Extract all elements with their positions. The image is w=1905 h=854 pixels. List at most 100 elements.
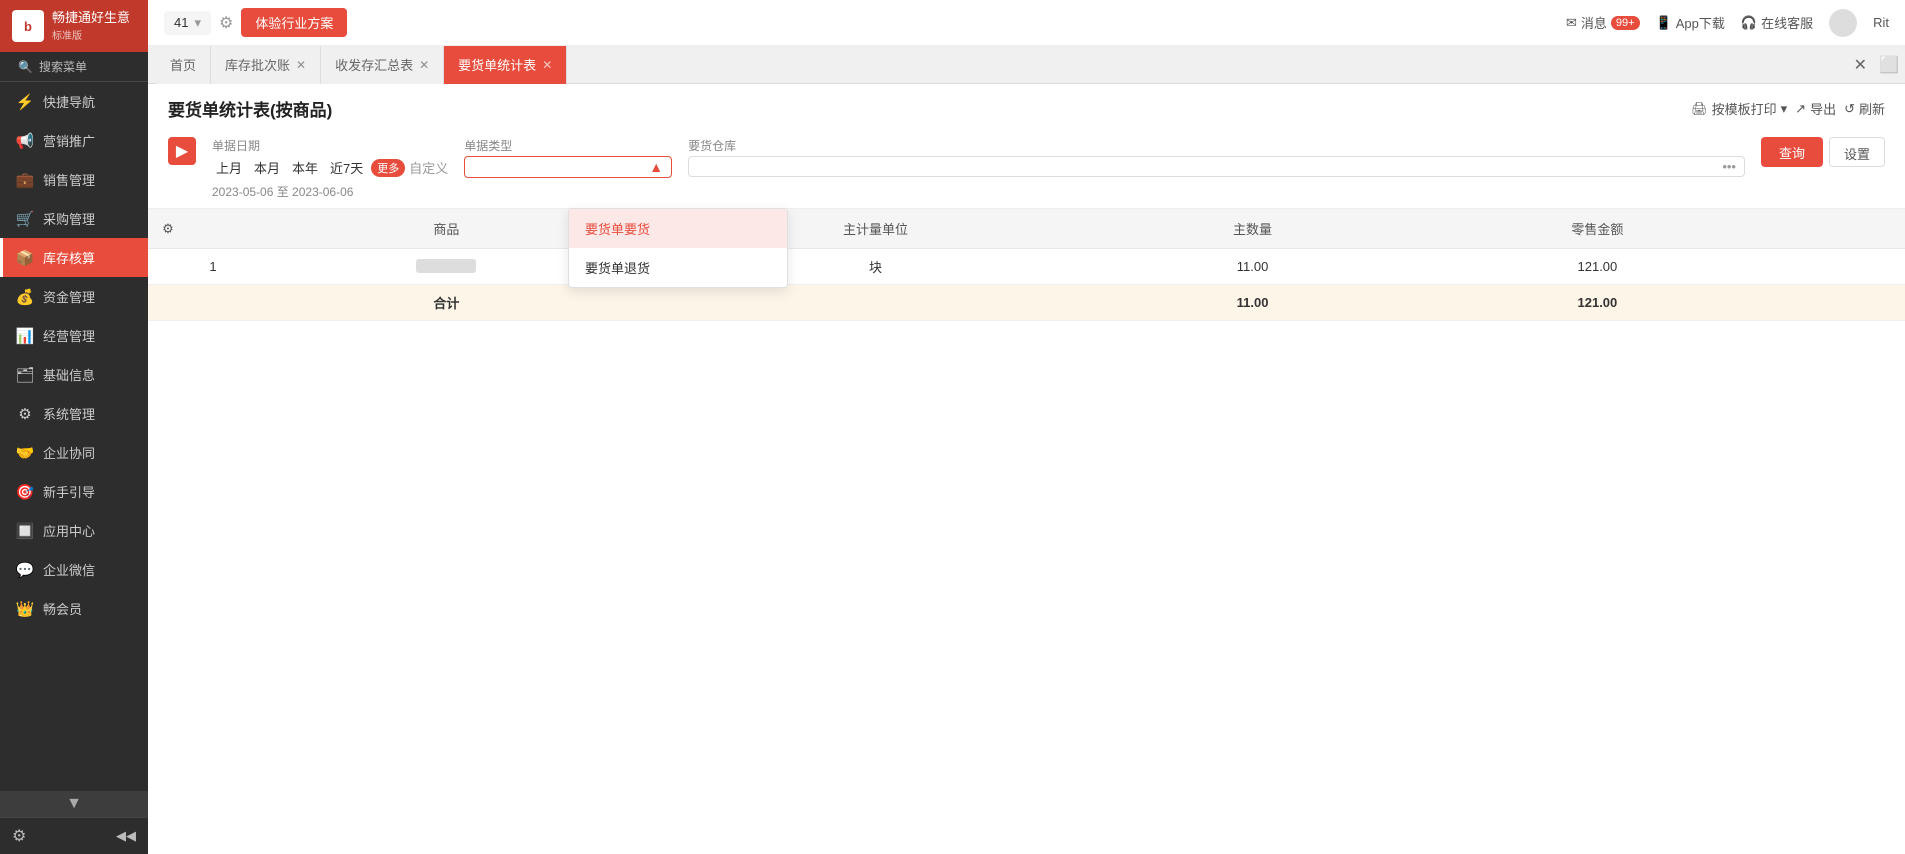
type-dropdown: 要货单要货要货单退货 [568,208,788,288]
filter-7days-btn[interactable]: 近7天 [326,156,367,179]
goods-blurred [416,259,476,273]
sidebar-item-finance[interactable]: 💰 资金管理 [0,277,148,316]
store-selector[interactable]: 41 ▾ [164,11,211,35]
th-amount: 零售金额 [1409,209,1786,249]
filter-this-year-btn[interactable]: 本年 [288,156,322,179]
search-menu[interactable]: 🔍 搜索菜单 [0,52,148,82]
search-icon: 🔍 [18,60,33,74]
nav-label-sales: 销售管理 [43,170,95,189]
filter-bar: ▶ 单据日期 上月 本月 本年 近7天 更多 自定义 2023-05-06 至 … [148,129,1905,209]
tab-receipt-summary[interactable]: 收发存汇总表✕ [321,46,444,84]
message-btn[interactable]: ✉ 消息 99+ [1566,13,1640,32]
tabs-bar: 首页库存批次账✕收发存汇总表✕要货单统计表✕ ✕ ⬜ [148,46,1905,84]
nav-icon-basic: 🗂 [15,366,35,384]
nav-icon-finance: 💰 [15,288,35,306]
app-download-btn[interactable]: 📱 App下载 [1656,13,1725,32]
online-service-btn[interactable]: 🎧 在线客服 [1741,13,1813,32]
nav-label-finance: 资金管理 [43,287,95,306]
page-header-actions: 🖨 按模板打印 ▾ ↗ 导出 ↺ 刷新 [1691,99,1885,118]
filter-warehouse-more-icon[interactable]: ••• [1722,159,1736,174]
sidebar-item-member[interactable]: 👑畅会员 [0,589,148,628]
topbar-gear-icon[interactable]: ⚙ [219,13,233,33]
headset-icon: 🎧 [1741,15,1757,31]
sidebar-item-enterprise[interactable]: 🤝企业协同 [0,433,148,472]
search-label: 搜索菜单 [39,58,87,75]
print-icon: 🖨 [1691,101,1708,117]
sidebar-item-quick-nav[interactable]: ⚡快捷导航 [0,82,148,121]
th-empty [1786,209,1905,249]
nav-label-basic: 基础信息 [43,365,95,384]
tab-close-receipt-summary[interactable]: ✕ [419,58,429,72]
sidebar-item-inventory[interactable]: 📦库存核算 [0,238,148,277]
footer-empty2 [188,285,238,321]
nav-icon-quick-nav: ⚡ [15,93,35,111]
tab-close-batch-account[interactable]: ✕ [296,58,306,72]
sidebar-item-system[interactable]: ⚙系统管理 [0,394,148,433]
collapse-icon[interactable]: ◀◀ [116,828,136,844]
tab-order-stat[interactable]: 要货单统计表 ✕ [444,46,567,84]
settings-icon[interactable]: ⚙ [12,826,26,846]
table-row: 1 块 11.00 121.00 [148,249,1905,285]
nav-icon-wechat: 💬 [15,561,35,579]
td-no: 1 [188,249,238,285]
settings-icon: ⚙ [162,221,174,236]
tab-label-order-stat: 要货单统计表 [458,55,536,74]
message-icon: ✉ [1566,15,1577,31]
sidebar-item-marketing[interactable]: 📢营销推广 [0,121,148,160]
dropdown-item-order-goods[interactable]: 要货单要货 [569,209,787,248]
maximize-tab-btn[interactable]: ⬜ [1873,55,1905,75]
filter-type-input-wrap: ▲ [464,156,672,178]
export-icon: ↗ [1795,101,1806,117]
filter-date-options: 上月 本月 本年 近7天 更多 自定义 [212,156,448,179]
settings-btn[interactable]: 设置 [1829,137,1885,167]
filter-custom-btn[interactable]: 自定义 [409,158,448,177]
nav-icon-inventory: 📦 [15,249,35,267]
sidebar: b 畅捷通好生意 标准版 🔍 搜索菜单 ⚡快捷导航📢营销推广💼销售管理🛒采购管理… [0,0,148,854]
td-qty: 11.00 [1096,249,1409,285]
page-content: 要货单统计表(按商品) 🖨 按模板打印 ▾ ↗ 导出 ↺ 刷新 ▶ [148,84,1905,854]
close-tab-btn[interactable]: ✕ [1848,55,1873,75]
filter-last-month-btn[interactable]: 上月 [212,156,246,179]
message-badge: 99+ [1611,16,1640,30]
tab-label-batch-account: 库存批次账 [225,55,290,74]
page-title: 要货单统计表(按商品) [168,96,332,121]
sidebar-item-basic[interactable]: 🗂 基础信息 [0,355,148,394]
filter-type-input[interactable] [473,160,649,175]
dropdown-item-order-return[interactable]: 要货单退货 [569,248,787,287]
tab-close-order-stat[interactable]: ✕ [542,58,552,72]
store-id: 41 [174,15,188,30]
sidebar-item-sales[interactable]: 💼销售管理 [0,160,148,199]
print-btn[interactable]: 🖨 按模板打印 ▾ [1691,99,1787,118]
sidebar-scroll-down[interactable]: ▼ [0,791,148,817]
refresh-btn[interactable]: ↺ 刷新 [1844,99,1885,118]
print-chevron-icon: ▾ [1781,101,1788,117]
nav-icon-system: ⚙ [15,405,35,423]
trial-btn[interactable]: 体验行业方案 [241,8,347,37]
filter-more-btn[interactable]: 更多 [371,159,405,177]
avatar[interactable] [1829,9,1857,37]
chevron-down-icon: ▾ [194,15,201,31]
sidebar-item-wechat[interactable]: 💬企业微信 [0,550,148,589]
filter-toggle-btn[interactable]: ▶ [168,137,196,165]
nav-label-member: 畅会员 [43,599,82,618]
footer-label: 合计 [238,285,655,321]
filter-this-month-btn[interactable]: 本月 [250,156,284,179]
logo-icon: b [12,10,44,42]
tab-home[interactable]: 首页 [156,46,211,84]
tab-batch-account[interactable]: 库存批次账 ✕ [211,46,321,84]
nav-label-guide: 新手引导 [43,482,95,501]
sidebar-item-appstore[interactable]: 🔲应用中心 [0,511,148,550]
filter-type-chevron-icon[interactable]: ▲ [649,159,663,175]
nav-icon-guide: 🎯 [15,483,35,501]
query-btn[interactable]: 查询 [1761,137,1823,167]
nav-label-enterprise: 企业协同 [43,443,95,462]
td-amount: 121.00 [1409,249,1786,285]
online-service-label: 在线客服 [1761,13,1813,32]
sidebar-item-purchase[interactable]: 🛒采购管理 [0,199,148,238]
nav-label-appstore: 应用中心 [43,521,95,540]
sidebar-item-guide[interactable]: 🎯 新手引导 [0,472,148,511]
sidebar-item-operation[interactable]: 📊经营管理 [0,316,148,355]
th-settings[interactable]: ⚙ [148,209,188,249]
filter-warehouse-input[interactable] [697,159,1722,174]
export-btn[interactable]: ↗ 导出 [1795,99,1836,118]
